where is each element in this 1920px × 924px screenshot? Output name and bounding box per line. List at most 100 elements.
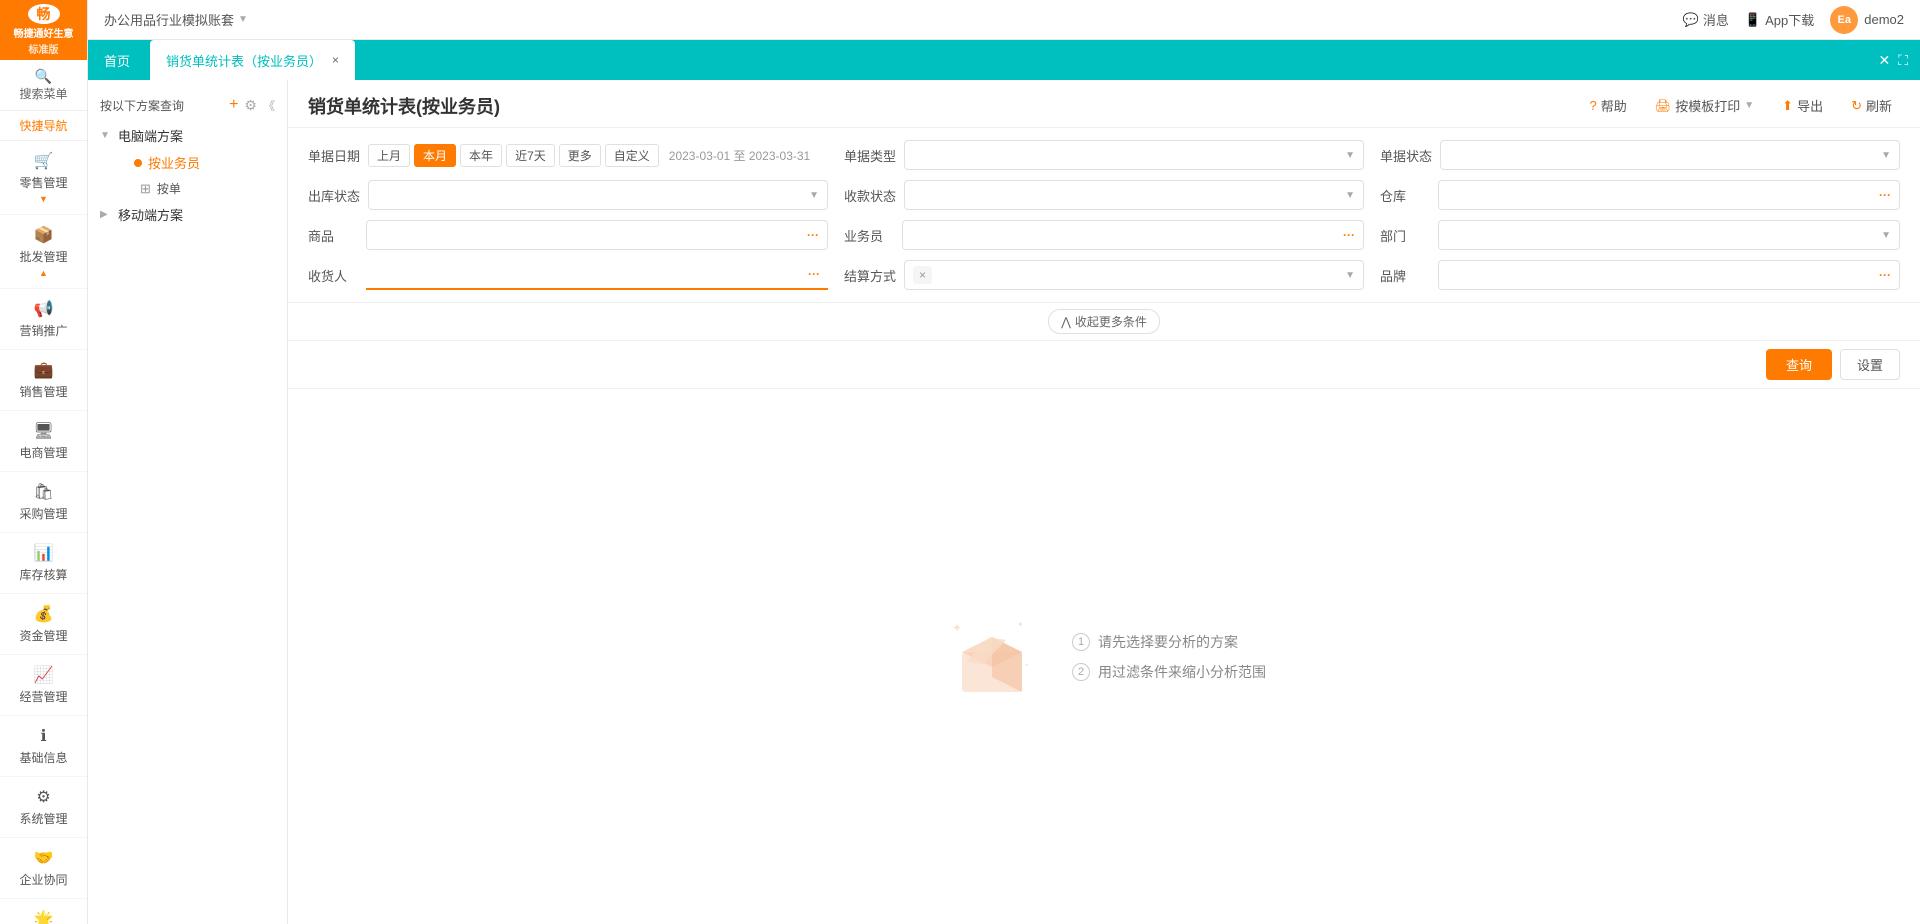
- date-btn-this-year[interactable]: 本年: [460, 144, 502, 167]
- app-download-btn[interactable]: 📱 App下载: [1745, 10, 1814, 29]
- date-btn-this-month[interactable]: 本月: [414, 144, 456, 167]
- sidebar-item-finance[interactable]: 💰 资金管理: [0, 594, 87, 655]
- empty-state: ✦ ✦ ✦ 1 请先选择要分析的方案 2 用过滤条件来缩小分析范围: [288, 389, 1920, 924]
- sidebar-item-enterprise[interactable]: 🤝 企业协同: [0, 838, 87, 899]
- sidebar-item-wholesale[interactable]: 📦 批发管理 ▲: [0, 215, 87, 289]
- department-label: 部门: [1380, 226, 1430, 245]
- left-panel-header: 按以下方案查询 + ⚙ 《: [88, 92, 287, 122]
- empty-hint-1: 1 请先选择要分析的方案: [1072, 632, 1266, 652]
- refresh-btn[interactable]: ↻ 刷新: [1843, 92, 1900, 119]
- active-dot-icon: [134, 159, 142, 167]
- date-btn-more[interactable]: 更多: [559, 144, 601, 167]
- export-btn[interactable]: ⬆ 导出: [1774, 92, 1831, 119]
- sales-icon: 💼: [34, 360, 54, 380]
- sub-item-by-order[interactable]: ⊞ 按单: [88, 176, 287, 201]
- sidebar-item-marketing[interactable]: 📢 营销推广: [0, 289, 87, 350]
- search-label: 搜索菜单: [6, 85, 81, 102]
- doc-status-select[interactable]: ▼: [1440, 140, 1900, 170]
- date-btn-7days[interactable]: 近7天: [506, 144, 555, 167]
- refresh-icon: ↻: [1851, 98, 1862, 114]
- salesperson-scheme-label: 按业务员: [148, 153, 200, 172]
- warehouse-dots: ···: [1879, 188, 1891, 202]
- settlement-tag-close-icon[interactable]: ×: [919, 268, 926, 282]
- app-edition: 标准版: [29, 41, 59, 56]
- brand-select[interactable]: ···: [1438, 260, 1900, 290]
- basic-icon: ℹ: [34, 726, 54, 746]
- sidebar-item-retail[interactable]: 🛒 零售管理 ▼: [0, 141, 87, 215]
- date-btn-custom[interactable]: 自定义: [605, 144, 659, 167]
- sidebar-item-purchase[interactable]: 🛍 采购管理: [0, 472, 87, 533]
- sidebar-item-quick-nav[interactable]: 快捷导航: [0, 111, 87, 141]
- product-dots: ···: [807, 228, 819, 242]
- salesperson-select[interactable]: ···: [902, 220, 1364, 250]
- add-scheme-btn[interactable]: +: [229, 96, 238, 114]
- settings-btn[interactable]: 设置: [1840, 349, 1900, 380]
- out-status-label: 出库状态: [308, 186, 360, 205]
- tree-node-pc[interactable]: ▼ 电脑端方案: [88, 122, 287, 149]
- tree-node-mobile[interactable]: ▶ 移动端方案: [88, 201, 287, 228]
- hint1-text: 请先选择要分析的方案: [1098, 632, 1238, 652]
- page-title: 销货单统计表(按业务员): [308, 93, 500, 119]
- tree-node-by-salesperson[interactable]: 按业务员: [88, 149, 287, 176]
- collapse-more-btn[interactable]: ⋀ 收起更多条件: [1048, 309, 1160, 334]
- main-content: 办公用品行业模拟账套 ▼ 💬 消息 📱 App下载 Ea demo2 首页 销货…: [88, 0, 1920, 924]
- settlement-select[interactable]: × ▼: [904, 260, 1364, 290]
- quick-nav-label: 快捷导航: [0, 117, 87, 134]
- warehouse-label: 仓库: [1380, 186, 1430, 205]
- date-btn-last-month[interactable]: 上月: [368, 144, 410, 167]
- app-logo: 畅 畅捷通好生意 标准版: [0, 0, 88, 60]
- sidebar-item-search[interactable]: 🔍 搜索菜单: [0, 60, 87, 111]
- tab-close-all-icon[interactable]: ✕: [1878, 52, 1890, 69]
- tab-bar: 首页 销货单统计表（按业务员） × ✕ ⛶: [88, 40, 1920, 80]
- guide-icon: 🌟: [34, 909, 54, 924]
- sidebar-item-basic[interactable]: ℹ 基础信息: [0, 716, 87, 777]
- industry-selector[interactable]: 办公用品行业模拟账套 ▼: [104, 10, 248, 29]
- sidebar-item-guide[interactable]: 🌟 新手引导: [0, 899, 87, 924]
- export-icon: ⬆: [1782, 98, 1793, 114]
- collection-status-select[interactable]: ▼: [904, 180, 1364, 210]
- ecommerce-icon: 🖥: [34, 421, 54, 441]
- doc-type-select[interactable]: ▼: [904, 140, 1364, 170]
- collapse-bar[interactable]: ⋀ 收起更多条件: [288, 303, 1920, 341]
- query-btn[interactable]: 查询: [1766, 349, 1832, 380]
- svg-text:✦: ✦: [1024, 662, 1029, 669]
- empty-illustration: ✦ ✦ ✦: [942, 607, 1042, 707]
- sidebar-item-inventory[interactable]: 📊 库存核算: [0, 533, 87, 594]
- help-btn[interactable]: ? 帮助: [1581, 92, 1634, 119]
- right-panel: 销货单统计表(按业务员) ? 帮助 🖨 按模板打印 ▼ ⬆ 导出: [288, 80, 1920, 924]
- department-select[interactable]: ▼: [1438, 220, 1900, 250]
- enterprise-icon: 🤝: [34, 848, 54, 868]
- step-2-icon: 2: [1072, 663, 1090, 681]
- wholesale-icon: 📦: [34, 225, 54, 245]
- message-btn[interactable]: 💬 消息: [1683, 10, 1729, 29]
- template-print-btn[interactable]: 🖨 按模板打印 ▼: [1647, 92, 1762, 119]
- sidebar-item-sales[interactable]: 💼 销售管理: [0, 350, 87, 411]
- tab-home[interactable]: 首页: [88, 40, 146, 80]
- user-menu[interactable]: Ea demo2: [1830, 6, 1904, 34]
- page-header: 销货单统计表(按业务员) ? 帮助 🖨 按模板打印 ▼ ⬆ 导出: [288, 80, 1920, 128]
- sidebar-item-ecommerce[interactable]: 🖥 电商管理: [0, 411, 87, 472]
- system-icon: ⚙: [34, 787, 54, 807]
- collapse-panel-btn[interactable]: 《: [263, 97, 275, 114]
- product-select[interactable]: ···: [366, 220, 828, 250]
- page-header-actions: ? 帮助 🖨 按模板打印 ▼ ⬆ 导出 ↻ 刷新: [1581, 92, 1900, 119]
- product-label: 商品: [308, 226, 358, 245]
- salesperson-label: 业务员: [844, 226, 894, 245]
- tab-close-icon[interactable]: ×: [332, 53, 339, 67]
- warehouse-select[interactable]: ···: [1438, 180, 1900, 210]
- out-status-select[interactable]: ▼: [368, 180, 828, 210]
- tab-bar-actions: ✕ ⛶: [1878, 52, 1920, 69]
- user-name: demo2: [1864, 12, 1904, 27]
- inventory-icon: 📊: [34, 543, 54, 563]
- sidebar-item-operations[interactable]: 📈 经营管理: [0, 655, 87, 716]
- tab-sales-stats[interactable]: 销货单统计表（按业务员） ×: [150, 40, 355, 80]
- out-status-arrow-icon: ▼: [809, 190, 819, 201]
- step-1-icon: 1: [1072, 633, 1090, 651]
- consignee-input[interactable]: ···: [366, 260, 828, 290]
- message-label: 消息: [1703, 10, 1729, 29]
- top-bar: 办公用品行业模拟账套 ▼ 💬 消息 📱 App下载 Ea demo2: [88, 0, 1920, 40]
- settings-scheme-btn[interactable]: ⚙: [244, 97, 257, 114]
- sidebar-item-system[interactable]: ⚙ 系统管理: [0, 777, 87, 838]
- tree-toggle-icon: ▼: [100, 130, 112, 141]
- tab-expand-icon[interactable]: ⛶: [1898, 52, 1908, 69]
